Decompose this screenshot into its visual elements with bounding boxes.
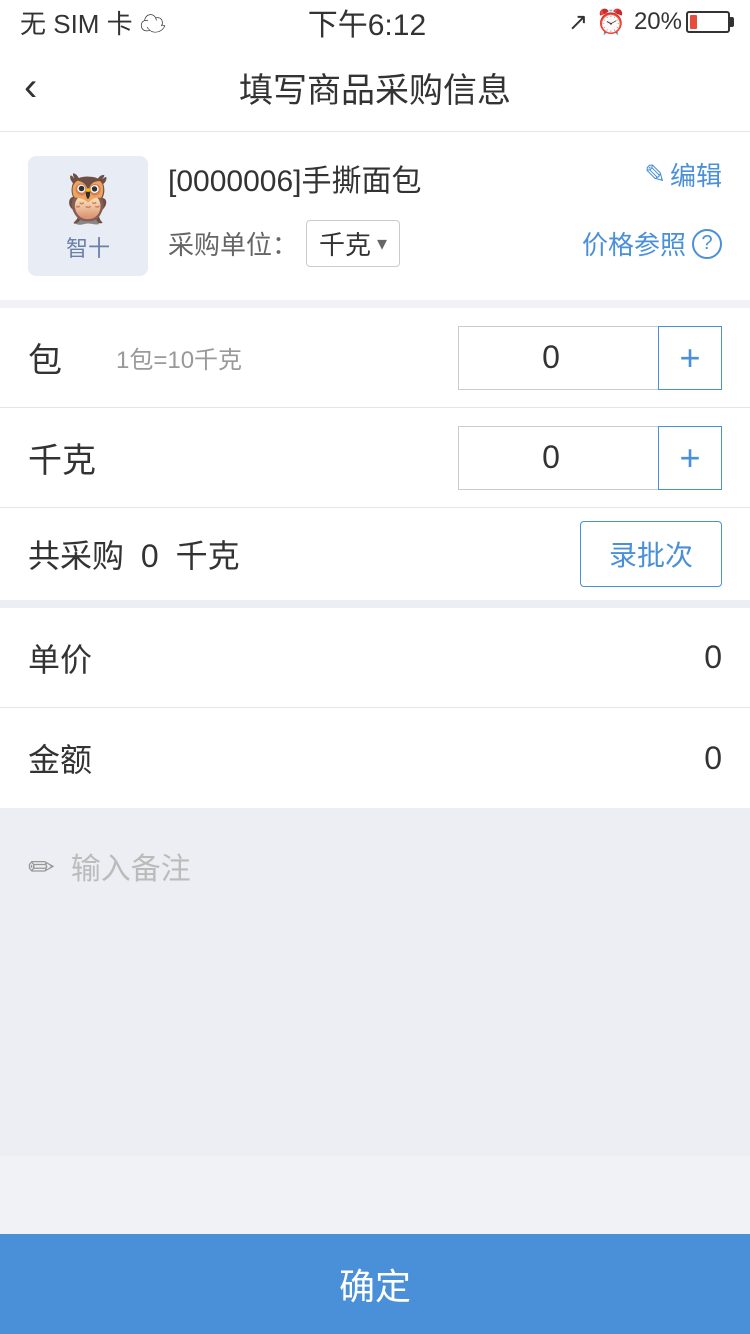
- batch-button[interactable]: 录批次: [580, 521, 722, 587]
- remark-section[interactable]: ✏ 输入备注: [0, 816, 750, 1156]
- quantity-input-bao[interactable]: [458, 326, 658, 390]
- product-info: [0000006]手撕面包 ✎ 编辑 采购单位： 千克 ▾ 价格参照 ?: [168, 156, 722, 267]
- confirm-button[interactable]: 确定: [0, 1234, 750, 1334]
- quantity-label-kg: 千克: [28, 433, 108, 482]
- product-header: [0000006]手撕面包 ✎ 编辑: [168, 156, 722, 200]
- product-logo-label: 智十: [66, 231, 110, 263]
- battery-icon: [686, 11, 730, 33]
- product-name: [0000006]手撕面包: [168, 156, 421, 200]
- unit-select[interactable]: 千克 ▾: [306, 220, 400, 267]
- unit-price-row: 单价 0: [0, 608, 750, 708]
- remark-placeholder: 输入备注: [71, 844, 191, 888]
- price-ref-button[interactable]: 价格参照 ?: [582, 225, 722, 262]
- summary-amount: 0: [141, 538, 159, 574]
- summary-unit: 千克: [176, 538, 240, 574]
- unit-price-value: 0: [704, 639, 722, 676]
- product-card: 🦉 智十 [0000006]手撕面包 ✎ 编辑 采购单位： 千克 ▾: [0, 132, 750, 308]
- quantity-plus-kg[interactable]: +: [658, 426, 722, 490]
- quantity-input-kg[interactable]: [458, 426, 658, 490]
- status-bar: 无 SIM 卡 ☁ 下午6:12 ↗ ⏰ 20%: [0, 0, 750, 44]
- location-icon: ↗: [568, 8, 588, 37]
- amount-label: 金额: [28, 735, 92, 781]
- status-left: 无 SIM 卡 ☁: [20, 4, 166, 41]
- status-time: 下午6:12: [308, 0, 426, 44]
- product-image: 🦉 智十: [28, 156, 148, 276]
- page-title: 填写商品采购信息: [239, 63, 511, 112]
- quantity-input-group-kg: +: [458, 426, 722, 490]
- dropdown-icon: ▾: [377, 231, 387, 256]
- nav-bar: ‹ 填写商品采购信息: [0, 44, 750, 132]
- battery-percent: 20%: [634, 8, 682, 36]
- battery-indicator: 20%: [634, 8, 730, 36]
- summary-text: 共采购 0 千克: [28, 531, 240, 577]
- back-button[interactable]: ‹: [24, 65, 37, 110]
- battery-fill: [690, 15, 697, 29]
- pencil-icon: ✏: [28, 848, 55, 886]
- amount-row: 金额 0: [0, 708, 750, 808]
- quantity-plus-bao[interactable]: +: [658, 326, 722, 390]
- sim-label: 无 SIM 卡 ☁: [20, 4, 166, 41]
- product-logo-icon: 🦉: [58, 170, 118, 227]
- help-icon: ?: [692, 229, 722, 259]
- quantity-label-bao: 包: [28, 333, 108, 382]
- unit-price-label: 单价: [28, 635, 92, 681]
- product-unit-row: 采购单位： 千克 ▾ 价格参照 ?: [168, 220, 722, 267]
- quantity-input-group-bao: +: [458, 326, 722, 390]
- alarm-icon: ⏰: [596, 8, 626, 37]
- price-ref-label: 价格参照: [582, 225, 686, 262]
- edit-button[interactable]: ✎ 编辑: [644, 156, 722, 193]
- amount-value: 0: [704, 740, 722, 777]
- quantity-row-kg: 千克 +: [0, 408, 750, 508]
- unit-value: 千克: [319, 225, 371, 262]
- quantity-section: 包 1包=10千克 + 千克 + 共采购 0 千克 录批次: [0, 308, 750, 608]
- price-section: 单价 0 金额 0: [0, 608, 750, 816]
- edit-icon: ✎: [644, 159, 666, 190]
- confirm-label: 确定: [339, 1258, 411, 1310]
- summary-prefix: 共采购: [28, 538, 124, 574]
- edit-label: 编辑: [670, 156, 722, 193]
- summary-row: 共采购 0 千克 录批次: [0, 508, 750, 608]
- quantity-sublabel-bao: 1包=10千克: [116, 340, 242, 375]
- unit-label: 采购单位：: [168, 225, 298, 262]
- status-right: ↗ ⏰ 20%: [568, 8, 730, 37]
- quantity-row-bao: 包 1包=10千克 +: [0, 308, 750, 408]
